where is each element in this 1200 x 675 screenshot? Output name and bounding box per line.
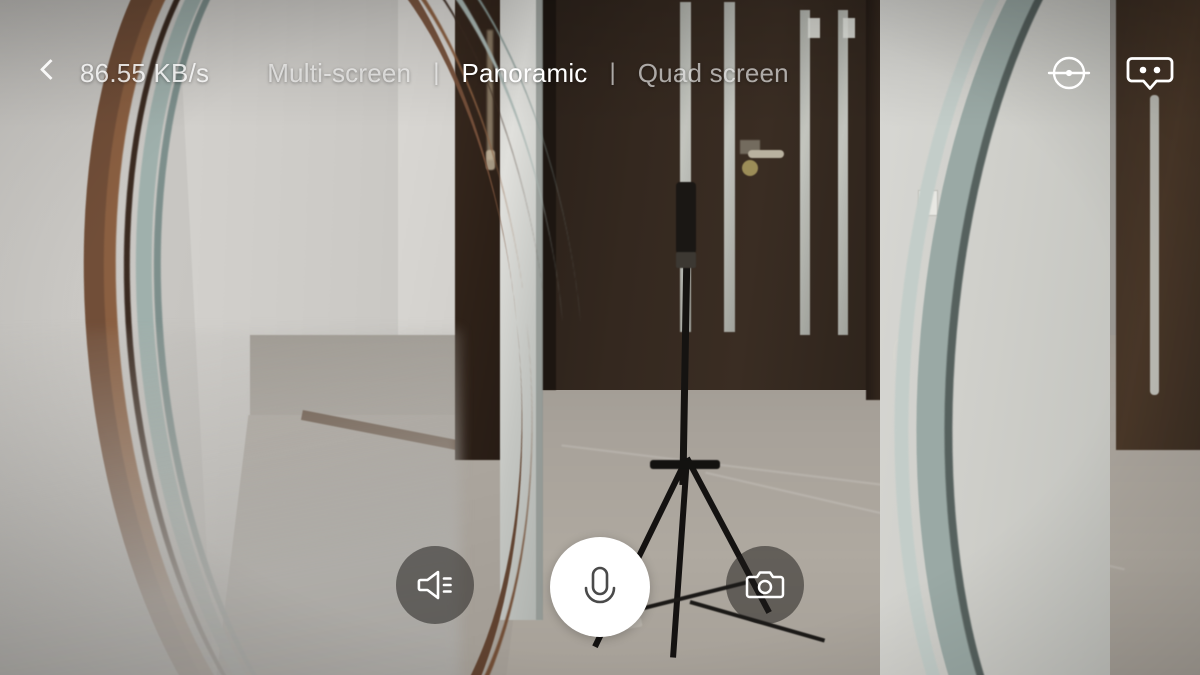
tab-multi-screen[interactable]: Multi-screen: [267, 56, 411, 90]
scene-door-inlay: [800, 10, 810, 335]
chevron-left-icon: [39, 58, 62, 81]
camera-icon: [745, 571, 785, 599]
scene-door-inlay-cap: [808, 18, 820, 38]
scene-door-lock: [742, 160, 758, 176]
talk-microphone-button[interactable]: [550, 537, 650, 637]
view-mode-tabs: Multi-screen | Panoramic | Quad screen: [267, 56, 789, 90]
panorama-sphere-button[interactable]: [1046, 50, 1092, 96]
tab-quad-screen[interactable]: Quad screen: [638, 56, 789, 90]
scene-door-inlay: [838, 10, 848, 335]
top-bar-icons: [1046, 50, 1174, 96]
microphone-icon: [584, 566, 616, 604]
camera-live-viewer[interactable]: 86.55 KB/s Multi-screen | Panoramic | Qu…: [0, 0, 1200, 675]
scene-tripod-collar: [676, 252, 696, 268]
snapshot-button[interactable]: [726, 546, 804, 624]
panorama-sphere-icon: [1047, 56, 1091, 90]
tab-panoramic[interactable]: Panoramic: [461, 56, 587, 90]
scene-door-inlay-cap: [843, 18, 855, 38]
scene-door-inlay: [724, 2, 735, 332]
tab-separator: |: [609, 59, 616, 86]
scene-door-handle: [748, 150, 784, 158]
tab-separator: |: [433, 59, 440, 86]
vr-mode-button[interactable]: [1126, 52, 1174, 94]
scene-tripod-head: [676, 182, 696, 254]
scene-tripod-hub: [650, 460, 720, 469]
scene-left-wall-shading: [0, 330, 460, 675]
vr-goggles-icon: [1126, 57, 1174, 90]
speaker-button[interactable]: [396, 546, 474, 624]
network-speed-label: 86.55 KB/s: [80, 58, 210, 88]
back-button[interactable]: [34, 56, 64, 90]
speaker-icon: [417, 570, 452, 600]
